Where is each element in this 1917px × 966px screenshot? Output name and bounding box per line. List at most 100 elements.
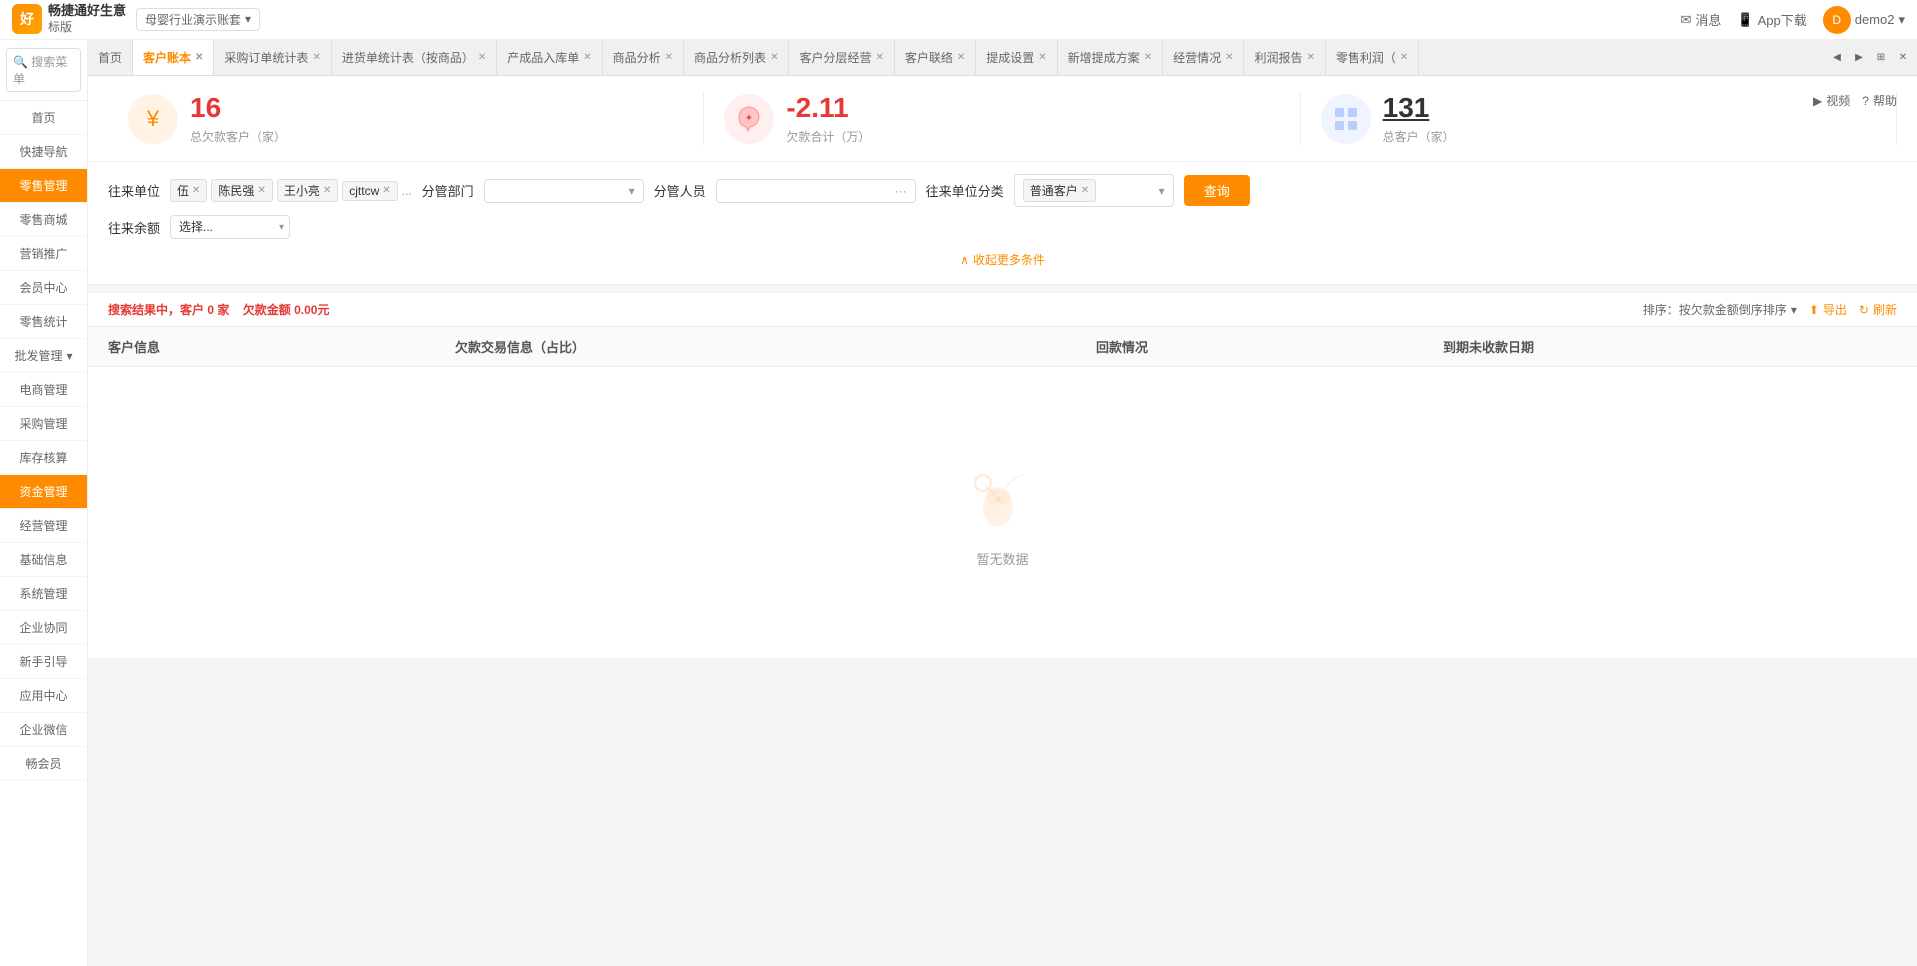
- industry-dropdown[interactable]: 母婴行业演示账套 ▾: [136, 8, 260, 31]
- message-button[interactable]: ✉ 消息: [1680, 10, 1721, 29]
- sort-select[interactable]: 排序：按欠款金额倒序排序 ▾: [1643, 301, 1797, 318]
- search-icon: 🔍: [13, 55, 28, 69]
- sidebar-item-vip[interactable]: 畅会员: [0, 747, 87, 781]
- sidebar-search-button[interactable]: 🔍 搜索菜单: [6, 48, 81, 92]
- sidebar-item-purchase[interactable]: 采购管理: [0, 407, 87, 441]
- tab-profit-report[interactable]: 利润报告 ✕: [1244, 40, 1325, 75]
- remove-class-tag[interactable]: ✕: [1081, 185, 1089, 196]
- sidebar-item-system[interactable]: 系统管理: [0, 577, 87, 611]
- sidebar-item-retail[interactable]: 零售管理: [0, 169, 87, 203]
- tab-close-icon[interactable]: ✕: [957, 52, 965, 63]
- remove-tag-1[interactable]: ✕: [257, 185, 265, 196]
- sidebar-item-operations[interactable]: 经营管理: [0, 509, 87, 543]
- chevron-down-icon: ▾: [1159, 184, 1165, 198]
- tab-retail-profit[interactable]: 零售利润（ ✕: [1326, 40, 1419, 75]
- tab-close-icon[interactable]: ✕: [478, 52, 486, 63]
- sidebar-item-newbie[interactable]: 新手引导: [0, 645, 87, 679]
- top-bar-left: 好 畅捷通好生意 标版 母婴行业演示账套 ▾: [12, 3, 260, 35]
- tab-close-icon[interactable]: ✕: [583, 52, 591, 63]
- tab-business-status[interactable]: 经营情况 ✕: [1163, 40, 1244, 75]
- tab-product-instock[interactable]: 产成品入库单 ✕: [497, 40, 602, 75]
- page-content: ¥ 16 总欠款客户（家） ✦ -2.11: [88, 76, 1917, 966]
- sidebar-item-finance[interactable]: 资金管理: [0, 475, 87, 509]
- video-button[interactable]: ▶ 视频: [1813, 92, 1850, 109]
- remove-tag-3[interactable]: ✕: [382, 185, 390, 196]
- tab-close-icon[interactable]: ✕: [195, 52, 203, 63]
- table-header-row: 客户信息 欠款交易信息（占比） 回款情况 到期未收款日期: [88, 327, 1917, 367]
- tab-customer-contact[interactable]: 客户联络 ✕: [895, 40, 976, 75]
- main-layout: 🔍 搜索菜单 首页 快捷导航 零售管理 零售商城 营销推广 会员中心 零售统计 …: [0, 40, 1917, 966]
- tab-next-button[interactable]: ▶: [1849, 48, 1869, 68]
- tab-goods-analysis[interactable]: 商品分析 ✕: [603, 40, 684, 75]
- sidebar-item-enterprise[interactable]: 企业协同: [0, 611, 87, 645]
- collapse-area: ∧ 收起更多条件: [108, 247, 1897, 272]
- sidebar-item-home[interactable]: 首页: [0, 101, 87, 135]
- user-menu[interactable]: D demo2 ▾: [1823, 6, 1905, 34]
- sidebar-item-marketing[interactable]: 营销推广: [0, 237, 87, 271]
- tab-prev-button[interactable]: ◀: [1827, 48, 1847, 68]
- tab-close-icon[interactable]: ✕: [1038, 52, 1046, 63]
- sidebar-item-app-center[interactable]: 应用中心: [0, 679, 87, 713]
- chevron-down-icon: ▾: [1898, 12, 1905, 28]
- tab-close-icon[interactable]: ✕: [1144, 52, 1152, 63]
- filter-tag-0: 伍 ✕: [170, 179, 207, 202]
- tab-close-all-button[interactable]: ✕: [1893, 48, 1913, 68]
- sidebar-item-retail-stats[interactable]: 零售统计: [0, 305, 87, 339]
- filter-more-btn[interactable]: ...: [402, 184, 412, 198]
- tab-commission-setting[interactable]: 提成设置 ✕: [976, 40, 1057, 75]
- filter-balance-select-wrapper: 选择...: [170, 215, 290, 239]
- col-repayment: 回款情况: [1076, 327, 1423, 367]
- stats-row: ¥ 16 总欠款客户（家） ✦ -2.11: [88, 76, 1917, 162]
- filter-area: 往来单位 伍 ✕ 陈民强 ✕ 王小亮 ✕: [88, 162, 1917, 285]
- filter-dept-input[interactable]: ▾: [484, 179, 644, 203]
- sidebar-item-retail-mall[interactable]: 零售商城: [0, 203, 87, 237]
- tab-close-icon[interactable]: ✕: [312, 52, 320, 63]
- sidebar-item-wechat[interactable]: 企业微信: [0, 713, 87, 747]
- tab-goods-analysis-list[interactable]: 商品分析列表 ✕: [684, 40, 789, 75]
- sidebar-item-shortcut[interactable]: 快捷导航: [0, 135, 87, 169]
- stat-value-total: 131: [1383, 92, 1455, 124]
- table-area: 搜索结果中，客户 0 家 欠款金额 0.00元 排序：按欠款金额倒序排序 ▾: [88, 293, 1917, 659]
- tab-close-icon[interactable]: ✕: [665, 52, 673, 63]
- refresh-button[interactable]: ↻ 刷新: [1859, 301, 1897, 318]
- tab-goods-stats[interactable]: 进货单统计表（按商品） ✕: [332, 40, 497, 75]
- tab-home[interactable]: 首页: [88, 40, 133, 75]
- tab-close-icon[interactable]: ✕: [1307, 52, 1315, 63]
- search-summary: 搜索结果中，客户 0 家 欠款金额 0.00元: [108, 301, 329, 318]
- sidebar: 🔍 搜索菜单 首页 快捷导航 零售管理 零售商城 营销推广 会员中心 零售统计 …: [0, 40, 88, 966]
- logo-text: 畅捷通好生意 标版: [48, 3, 126, 35]
- filter-label-dept: 分管部门: [422, 181, 474, 200]
- sidebar-item-inventory[interactable]: 库存核算: [0, 441, 87, 475]
- help-button[interactable]: ? 帮助: [1862, 92, 1897, 109]
- tab-customer-ledger[interactable]: 客户账本 ✕: [133, 40, 214, 75]
- app-download-button[interactable]: 📱 App下载: [1737, 10, 1806, 29]
- remove-tag-2[interactable]: ✕: [323, 185, 331, 196]
- filter-label-unit: 往来单位: [108, 181, 160, 200]
- export-button[interactable]: ⬆ 导出: [1809, 301, 1847, 318]
- filter-tag-class-0: 普通客户 ✕: [1023, 179, 1096, 202]
- tab-close-icon[interactable]: ✕: [875, 52, 883, 63]
- sidebar-item-basic-info[interactable]: 基础信息: [0, 543, 87, 577]
- query-button[interactable]: 查询: [1184, 175, 1250, 206]
- tab-expand-button[interactable]: ⊞: [1871, 48, 1891, 68]
- tab-close-icon[interactable]: ✕: [770, 52, 778, 63]
- tab-close-icon[interactable]: ✕: [1225, 52, 1233, 63]
- help-icon: ?: [1862, 94, 1869, 108]
- sidebar-item-wholesale[interactable]: 批发管理 ▾: [0, 339, 87, 373]
- stat-value-customers: 16: [190, 92, 286, 124]
- stat-block-total: 131 总客户（家）: [1301, 92, 1897, 145]
- tab-add-commission[interactable]: 新增提成方案 ✕: [1058, 40, 1163, 75]
- filter-person-input[interactable]: ···: [716, 179, 916, 203]
- filter-balance-select[interactable]: 选择...: [170, 215, 290, 239]
- toolbar-right: 排序：按欠款金额倒序排序 ▾ ⬆ 导出 ↻ 刷新: [1643, 301, 1897, 318]
- sidebar-item-ecom[interactable]: 电商管理: [0, 373, 87, 407]
- collapse-button[interactable]: ∧ 收起更多条件: [960, 251, 1045, 268]
- sidebar-item-member-center[interactable]: 会员中心: [0, 271, 87, 305]
- tab-purchase-order[interactable]: 采购订单统计表 ✕: [214, 40, 331, 75]
- tab-customer-tier[interactable]: 客户分层经营 ✕: [789, 40, 894, 75]
- download-icon: 📱: [1737, 12, 1753, 28]
- filter-unit-class-input[interactable]: 普通客户 ✕ ▾: [1014, 174, 1174, 207]
- tab-close-icon[interactable]: ✕: [1400, 52, 1408, 63]
- remove-tag-0[interactable]: ✕: [192, 185, 200, 196]
- filter-tag-2: 王小亮 ✕: [277, 179, 338, 202]
